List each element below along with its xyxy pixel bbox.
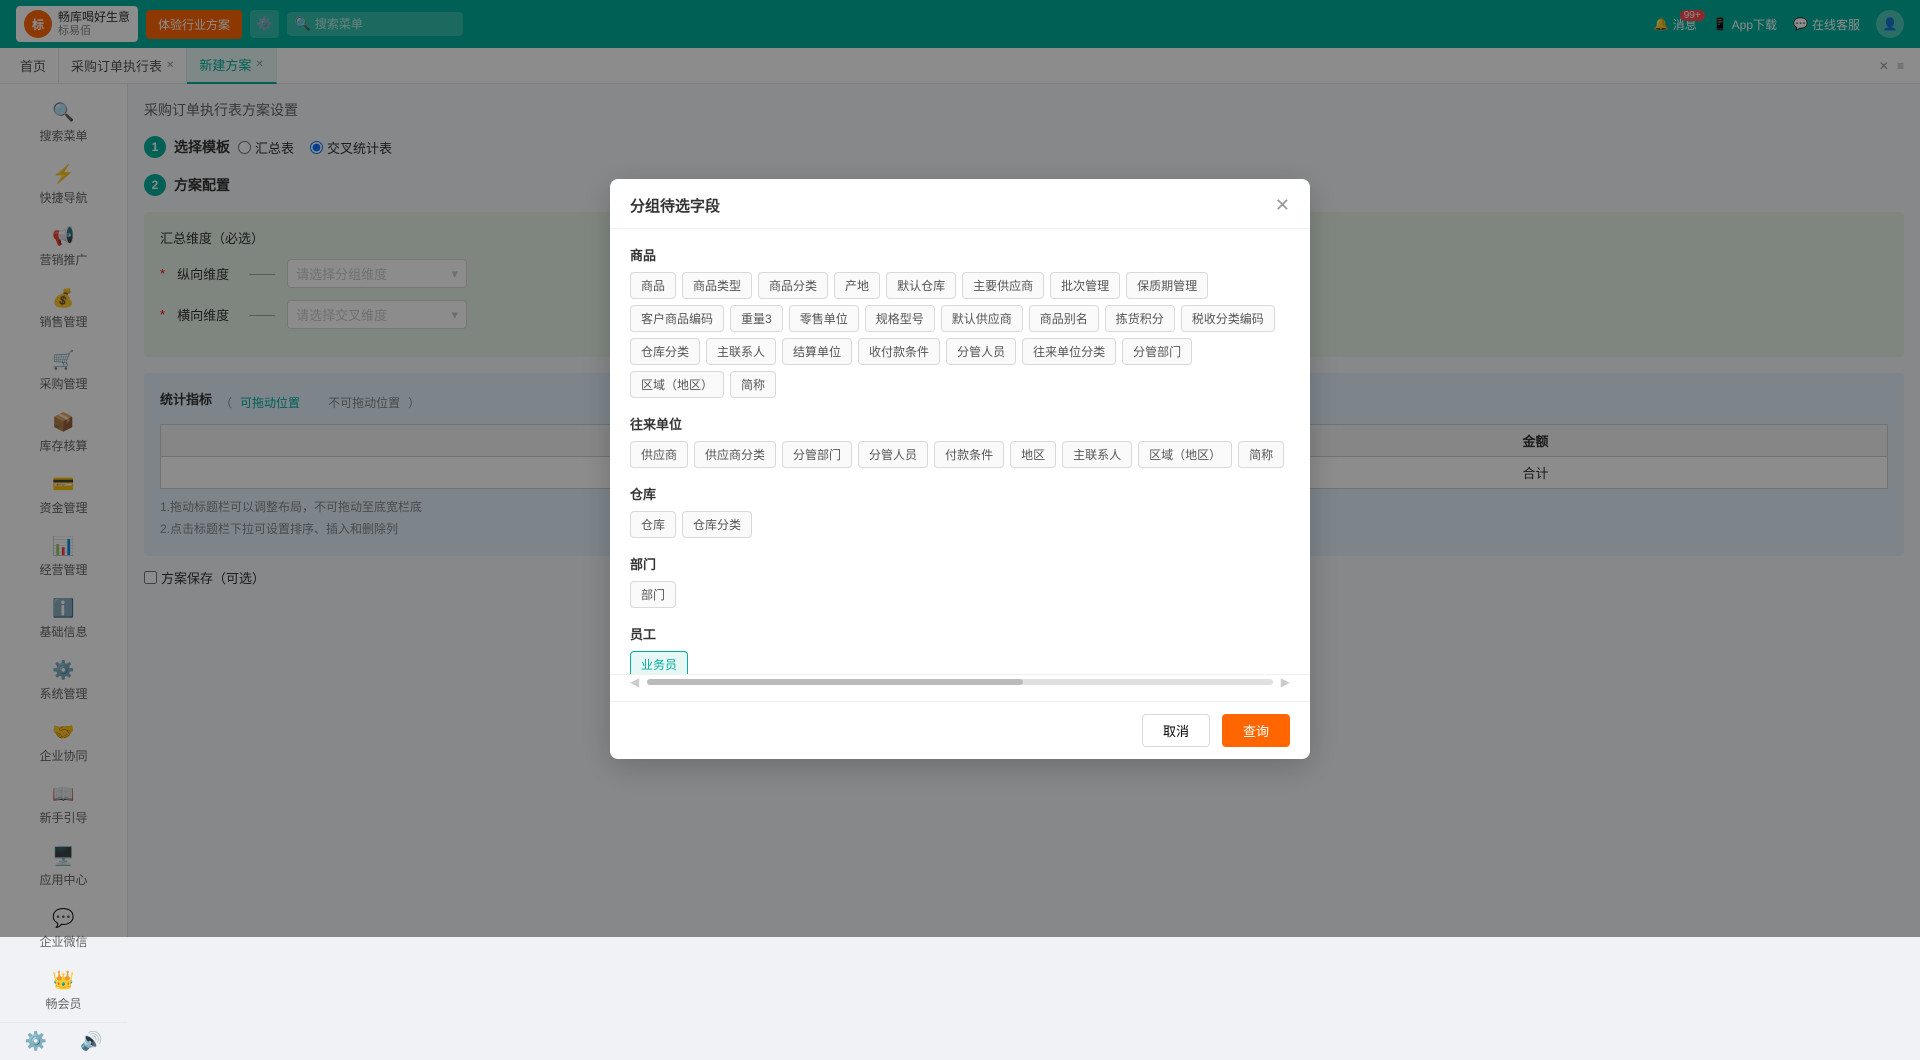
field-tag[interactable]: 保质期管理: [1126, 272, 1208, 299]
field-tag[interactable]: 零售单位: [789, 305, 859, 332]
field-tag[interactable]: 供应商: [630, 441, 688, 468]
field-tag[interactable]: 简称: [1238, 441, 1284, 468]
modal-body: 商品 商品 商品类型 商品分类 产地 默认仓库 主要供应商 批次管理 保质期管理…: [610, 229, 1310, 674]
field-tag[interactable]: 主联系人: [706, 338, 776, 365]
modal-close-button[interactable]: ✕: [1275, 195, 1290, 216]
section-partner-title: 往来单位: [630, 414, 1290, 433]
sound-bottom-btn[interactable]: 🔊: [80, 1031, 102, 1052]
cancel-button[interactable]: 取消: [1142, 714, 1210, 747]
section-employee-title: 员工: [630, 624, 1290, 643]
field-tag[interactable]: 地区: [1010, 441, 1056, 468]
field-tag[interactable]: 简称: [730, 371, 776, 398]
field-selection-modal: 分组待选字段 ✕ 商品 商品 商品类型 商品分类 产地 默认仓库 主要供应商 批…: [610, 179, 1310, 759]
field-tag[interactable]: 部门: [630, 581, 676, 608]
field-tag[interactable]: 结算单位: [782, 338, 852, 365]
field-tag[interactable]: 税收分类编码: [1181, 305, 1275, 332]
field-tag[interactable]: 区域（地区）: [630, 371, 724, 398]
field-tag[interactable]: 商品: [630, 272, 676, 299]
field-tag[interactable]: 仓库: [630, 511, 676, 538]
field-tag[interactable]: 付款条件: [934, 441, 1004, 468]
section-warehouse: 仓库 仓库 仓库分类: [630, 484, 1290, 538]
sidebar-item-member[interactable]: 👑 畅会员: [0, 960, 127, 1022]
section-employee: 员工 业务员: [630, 624, 1290, 674]
section-dept-title: 部门: [630, 554, 1290, 573]
dept-fields: 部门: [630, 581, 1290, 608]
field-tag[interactable]: 商品类型: [682, 272, 752, 299]
modal-title: 分组待选字段: [630, 195, 720, 216]
settings-bottom-btn[interactable]: ⚙️: [25, 1031, 47, 1052]
field-tag[interactable]: 重量3: [730, 305, 783, 332]
section-warehouse-title: 仓库: [630, 484, 1290, 503]
field-tag[interactable]: 默认仓库: [886, 272, 956, 299]
warehouse-fields: 仓库 仓库分类: [630, 511, 1290, 538]
section-product: 商品 商品 商品类型 商品分类 产地 默认仓库 主要供应商 批次管理 保质期管理…: [630, 245, 1290, 398]
member-icon: 👑: [52, 970, 74, 991]
field-tag[interactable]: 商品分类: [758, 272, 828, 299]
field-tag[interactable]: 拣货积分: [1105, 305, 1175, 332]
field-tag[interactable]: 往来单位分类: [1022, 338, 1116, 365]
field-tag[interactable]: 商品别名: [1029, 305, 1099, 332]
section-partner: 往来单位 供应商 供应商分类 分管部门 分管人员 付款条件 地区 主联系人 区域…: [630, 414, 1290, 468]
modal-header: 分组待选字段 ✕: [610, 179, 1310, 229]
field-tag[interactable]: 区域（地区）: [1138, 441, 1232, 468]
sidebar-bottom: ⚙️ 🔊: [0, 1022, 127, 1060]
employee-fields: 业务员: [630, 651, 1290, 674]
scroll-right-icon[interactable]: ▶: [1281, 675, 1290, 689]
section-product-title: 商品: [630, 245, 1290, 264]
scroll-left-icon[interactable]: ◀: [630, 675, 639, 689]
field-tag[interactable]: 收付款条件: [858, 338, 940, 365]
field-tag[interactable]: 主要供应商: [962, 272, 1044, 299]
field-tag[interactable]: 分管人员: [946, 338, 1016, 365]
field-tag[interactable]: 默认供应商: [941, 305, 1023, 332]
field-tag[interactable]: 规格型号: [865, 305, 935, 332]
field-tag[interactable]: 批次管理: [1050, 272, 1120, 299]
field-tag[interactable]: 主联系人: [1062, 441, 1132, 468]
field-tag-salesperson[interactable]: 业务员: [630, 651, 688, 674]
field-tag[interactable]: 客户商品编码: [630, 305, 724, 332]
field-tag[interactable]: 分管部门: [782, 441, 852, 468]
partner-fields: 供应商 供应商分类 分管部门 分管人员 付款条件 地区 主联系人 区域（地区） …: [630, 441, 1290, 468]
field-tag[interactable]: 产地: [834, 272, 880, 299]
confirm-button[interactable]: 查询: [1222, 714, 1290, 747]
field-tag[interactable]: 仓库分类: [682, 511, 752, 538]
modal-footer: 取消 查询: [610, 701, 1310, 759]
section-dept: 部门 部门: [630, 554, 1290, 608]
modal-overlay[interactable]: 分组待选字段 ✕ 商品 商品 商品类型 商品分类 产地 默认仓库 主要供应商 批…: [0, 0, 1920, 937]
field-tag[interactable]: 分管人员: [858, 441, 928, 468]
field-tag[interactable]: 供应商分类: [694, 441, 776, 468]
modal-scroll-bar: ◀ ▶: [610, 674, 1310, 697]
field-tag[interactable]: 分管部门: [1122, 338, 1192, 365]
field-tag[interactable]: 仓库分类: [630, 338, 700, 365]
product-fields: 商品 商品类型 商品分类 产地 默认仓库 主要供应商 批次管理 保质期管理 客户…: [630, 272, 1290, 398]
